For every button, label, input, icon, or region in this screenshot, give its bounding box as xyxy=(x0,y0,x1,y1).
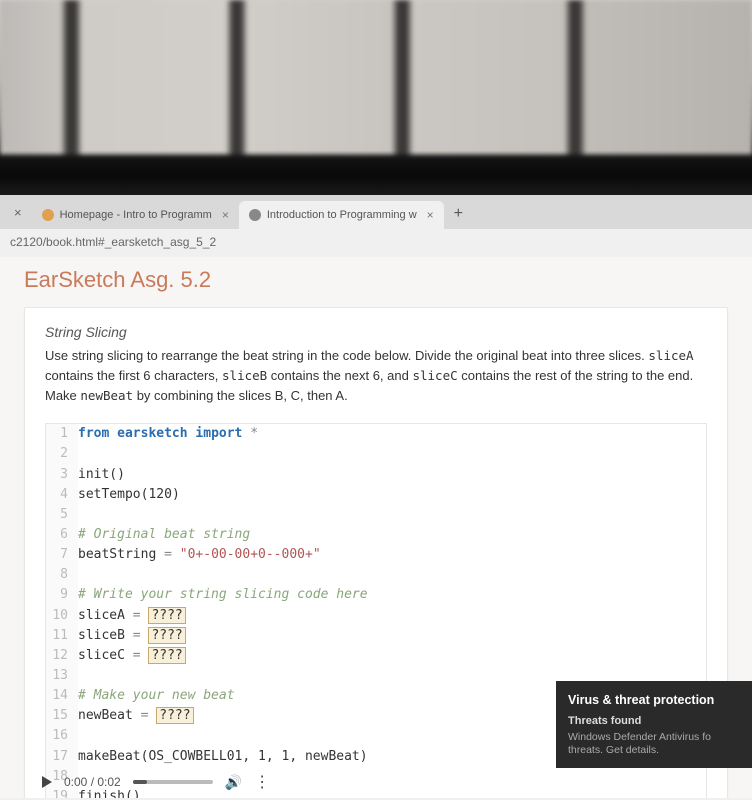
tab-homepage[interactable]: Homepage - Intro to Programm × xyxy=(32,201,239,229)
tab-intro-programming[interactable]: Introduction to Programming w × xyxy=(239,201,444,229)
tab-label: Introduction to Programming w xyxy=(267,209,417,221)
page-content: EarSketch Asg. 5.2 String Slicing Use st… xyxy=(0,257,752,798)
toast-subtitle: Threats found xyxy=(568,715,740,727)
address-bar[interactable]: c2120/book.html#_earsketch_asg_5_2 xyxy=(0,229,752,257)
progress-bar[interactable] xyxy=(133,780,213,784)
toast-title: Virus & threat protection xyxy=(568,693,740,707)
new-tab-button[interactable]: + xyxy=(444,199,473,229)
photo-background xyxy=(0,0,752,195)
tab-strip: × Homepage - Intro to Programm × Introdu… xyxy=(0,195,752,229)
play-icon[interactable] xyxy=(42,776,52,788)
media-player: 0:00 / 0:02 🔊 ⋮ xyxy=(42,772,268,792)
favicon-icon xyxy=(42,209,54,221)
close-icon[interactable]: × xyxy=(423,208,434,222)
tab-label: Homepage - Intro to Programm xyxy=(60,209,212,221)
section-description: Use string slicing to rearrange the beat… xyxy=(45,346,707,405)
close-icon[interactable]: × xyxy=(10,205,32,220)
notification-toast[interactable]: Virus & threat protection Threats found … xyxy=(556,681,752,768)
media-time: 0:00 / 0:02 xyxy=(64,775,121,789)
favicon-icon xyxy=(249,209,261,221)
browser-window: × Homepage - Intro to Programm × Introdu… xyxy=(0,195,752,800)
volume-icon[interactable]: 🔊 xyxy=(225,774,242,791)
toast-body: Windows Defender Antivirus fo threats. G… xyxy=(568,731,740,758)
close-icon[interactable]: × xyxy=(218,208,229,222)
page-title: EarSketch Asg. 5.2 xyxy=(24,267,728,293)
more-icon[interactable]: ⋮ xyxy=(254,772,268,792)
section-subtitle: String Slicing xyxy=(45,324,707,340)
